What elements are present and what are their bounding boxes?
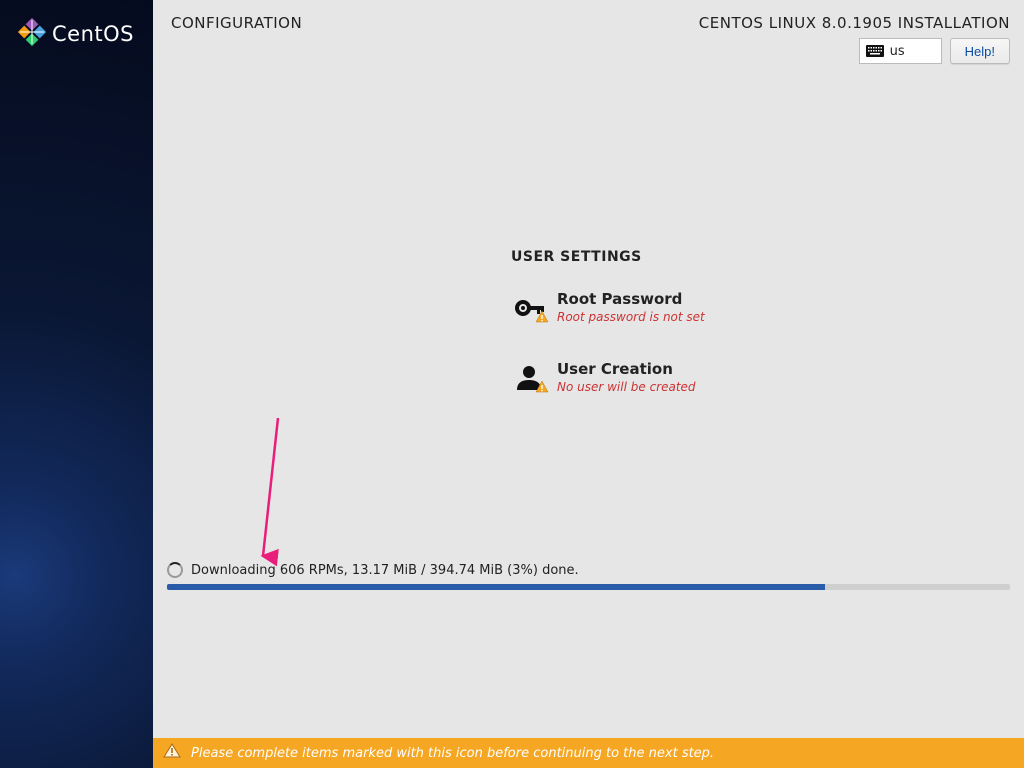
- header-right: CENTOS LINUX 8.0.1905 INSTALLATION us He…: [699, 14, 1010, 64]
- root-password-spoke[interactable]: Root Password Root password is not set: [511, 290, 705, 326]
- keyboard-layout-indicator[interactable]: us: [859, 38, 942, 64]
- warning-bar: Please complete items marked with this i…: [153, 738, 1024, 768]
- warning-badge-icon: [535, 309, 549, 328]
- progress-bar: [167, 584, 1010, 590]
- key-icon: [511, 290, 547, 326]
- progress-status-text: Downloading 606 RPMs, 13.17 MiB / 394.74…: [191, 563, 579, 578]
- main: CONFIGURATION CENTOS LINUX 8.0.1905 INST…: [153, 0, 1024, 768]
- user-creation-title: User Creation: [557, 360, 696, 378]
- sidebar: CentOS: [0, 0, 153, 768]
- warning-badge-icon: [535, 379, 549, 398]
- keyboard-layout-label: us: [890, 44, 905, 59]
- progress-area: Downloading 606 RPMs, 13.17 MiB / 394.74…: [167, 562, 1010, 590]
- user-settings-section-title: USER SETTINGS: [511, 249, 642, 265]
- warning-bar-text: Please complete items marked with this i…: [191, 746, 714, 761]
- page-title: CONFIGURATION: [171, 14, 302, 32]
- progress-bar-fill: [167, 584, 825, 590]
- annotation-arrow: [258, 418, 298, 573]
- header: CONFIGURATION CENTOS LINUX 8.0.1905 INST…: [171, 14, 1010, 64]
- user-icon: [511, 360, 547, 396]
- install-title: CENTOS LINUX 8.0.1905 INSTALLATION: [699, 14, 1010, 32]
- root-password-status: Root password is not set: [557, 310, 705, 324]
- centos-logo-icon: [18, 18, 46, 50]
- help-button[interactable]: Help!: [950, 38, 1010, 64]
- root-password-title: Root Password: [557, 290, 705, 308]
- warning-triangle-icon: [163, 742, 181, 764]
- user-creation-status: No user will be created: [557, 380, 696, 394]
- user-creation-spoke[interactable]: User Creation No user will be created: [511, 360, 696, 396]
- brand-text: CentOS: [52, 22, 134, 46]
- spinner-icon: [167, 562, 183, 578]
- keyboard-icon: [866, 44, 884, 58]
- brand: CentOS: [0, 18, 153, 50]
